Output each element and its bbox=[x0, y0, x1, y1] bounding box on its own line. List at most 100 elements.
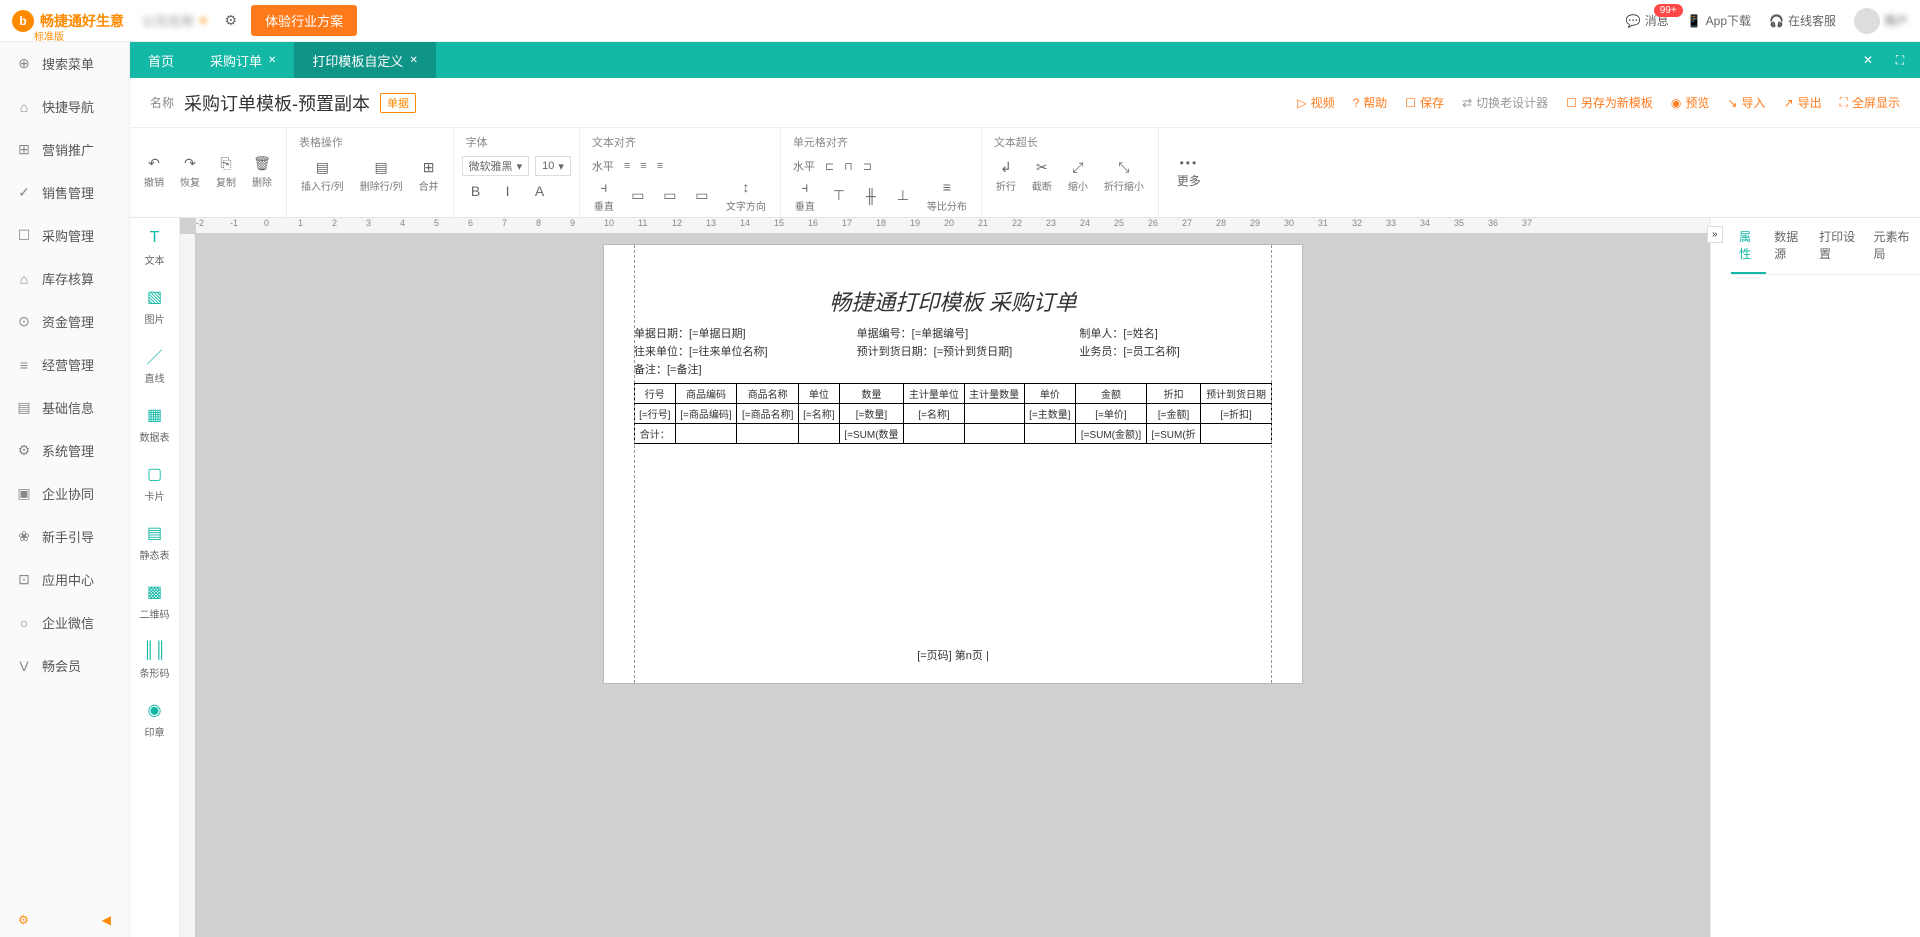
action-icon: ⇄ bbox=[1462, 96, 1472, 110]
tb-btn[interactable]: ⊥ bbox=[889, 185, 917, 207]
tb-btn[interactable]: ⫞垂直 bbox=[588, 176, 620, 215]
action-icon: ▷ bbox=[1297, 96, 1306, 110]
sidebar-item[interactable]: ≡经营管理 bbox=[0, 343, 129, 386]
sidebar-item[interactable]: ⊡应用中心 bbox=[0, 558, 129, 601]
tb-btn[interactable]: ▭ bbox=[656, 185, 684, 207]
data-table[interactable]: 行号商品编码商品名称单位数量主计量单位主计量数量单价金额折扣预计到货日期 [=行… bbox=[634, 383, 1272, 444]
action-导入[interactable]: ↘导入 bbox=[1727, 94, 1765, 111]
panel-tab[interactable]: 打印设置 bbox=[1811, 218, 1865, 274]
more-button[interactable]: ••• 更多 bbox=[1159, 128, 1219, 217]
template-name: 采购订单模板-预置副本 bbox=[184, 90, 370, 116]
sidebar-item[interactable]: ⊞营销推广 bbox=[0, 128, 129, 171]
action-视频[interactable]: ▷视频 bbox=[1297, 94, 1334, 111]
tool-静态表[interactable]: ▤静态表 bbox=[130, 513, 179, 572]
action-全屏显示[interactable]: ⛶全屏显示 bbox=[1840, 94, 1900, 111]
tool-二维码[interactable]: ▩二维码 bbox=[130, 572, 179, 631]
action-另存为新模板[interactable]: ☐另存为新模板 bbox=[1566, 94, 1653, 111]
tb-btn[interactable]: B bbox=[462, 180, 490, 202]
tb-btn[interactable]: ⊞合并 bbox=[413, 156, 445, 195]
tb-btn[interactable]: ⤢缩小 bbox=[1062, 156, 1094, 195]
tool-直线[interactable]: ／直线 bbox=[130, 336, 179, 395]
tb-btn[interactable]: ↲折行 bbox=[990, 156, 1022, 195]
messages-link[interactable]: 💬 消息 99+ bbox=[1626, 12, 1669, 29]
action-导出[interactable]: ↗导出 bbox=[1784, 94, 1822, 111]
settings-icon[interactable]: ⚙ bbox=[18, 913, 29, 927]
msg-badge: 99+ bbox=[1654, 4, 1683, 17]
tb-btn[interactable]: ↶撤销 bbox=[138, 152, 170, 191]
tab[interactable]: 采购订单✕ bbox=[192, 42, 294, 78]
page-note[interactable]: 备注：[=备注] bbox=[634, 361, 1272, 377]
tb-btn[interactable]: ↷恢复 bbox=[174, 152, 206, 191]
tb-btn[interactable]: ✂截断 bbox=[1026, 156, 1058, 195]
action-icon: ? bbox=[1353, 96, 1360, 110]
try-industry-button[interactable]: 体验行业方案 bbox=[251, 5, 357, 36]
sidebar-item[interactable]: V畅会员 bbox=[0, 644, 129, 687]
tool-条形码[interactable]: ║║条形码 bbox=[130, 631, 179, 690]
nav-icon: ⊕ bbox=[16, 55, 32, 72]
action-icon: ↗ bbox=[1784, 96, 1794, 110]
app-download-link[interactable]: 📱App下载 bbox=[1687, 12, 1751, 29]
nav-icon: ☐ bbox=[16, 227, 32, 244]
element-palette: T文本▧图片／直线▦数据表▢卡片▤静态表▩二维码║║条形码◉印章 bbox=[130, 218, 180, 937]
sidebar-item[interactable]: ✓销售管理 bbox=[0, 171, 129, 214]
action-帮助[interactable]: ?帮助 bbox=[1353, 94, 1388, 111]
panel-tab[interactable]: 元素布局 bbox=[1866, 218, 1920, 274]
page-title[interactable]: 畅捷通打印模板 采购订单 bbox=[634, 285, 1272, 317]
sidebar-item[interactable]: ⊙资金管理 bbox=[0, 300, 129, 343]
font-size-select[interactable]: 10 ▾ bbox=[535, 156, 571, 176]
collapse-icon[interactable]: ◀ bbox=[102, 913, 111, 927]
panel-tab[interactable]: 数据源 bbox=[1766, 218, 1811, 274]
close-icon[interactable]: ✕ bbox=[268, 55, 276, 66]
tb-btn[interactable]: ▤插入行/列 bbox=[295, 156, 350, 195]
print-page[interactable]: 畅捷通打印模板 采购订单 单据日期：[=单据日期]单据编号：[=单据编号]制单人… bbox=[603, 244, 1303, 684]
mobile-icon: 📱 bbox=[1687, 14, 1702, 28]
tb-btn[interactable]: A bbox=[526, 180, 554, 202]
sidebar-item[interactable]: ▤基础信息 bbox=[0, 386, 129, 429]
sidebar-item[interactable]: ⌂快捷导航 bbox=[0, 85, 129, 128]
action-保存[interactable]: ☐保存 bbox=[1405, 94, 1444, 111]
online-service-link[interactable]: 🎧在线客服 bbox=[1769, 12, 1836, 29]
tb-btn[interactable]: ⊤ bbox=[825, 185, 853, 207]
sidebar-item[interactable]: ☐采购管理 bbox=[0, 214, 129, 257]
tool-卡片[interactable]: ▢卡片 bbox=[130, 454, 179, 513]
user-menu[interactable]: 用户 bbox=[1854, 8, 1908, 34]
sidebar-item[interactable]: ▣企业协同 bbox=[0, 472, 129, 515]
template-tag: 单据 bbox=[380, 93, 416, 113]
tb-btn[interactable]: ↕文字方向 bbox=[720, 176, 772, 215]
sidebar-item[interactable]: ○企业微信 bbox=[0, 601, 129, 644]
sidebar-item[interactable]: ❀新手引导 bbox=[0, 515, 129, 558]
tab[interactable]: 首页 bbox=[130, 42, 192, 78]
tool-文本[interactable]: T文本 bbox=[130, 218, 179, 277]
tb-btn[interactable]: ▭ bbox=[688, 185, 716, 207]
action-切换老设计器[interactable]: ⇄切换老设计器 bbox=[1462, 94, 1548, 111]
sidebar-item[interactable]: ⊕搜索菜单 bbox=[0, 42, 129, 85]
sidebar-item[interactable]: ⌂库存核算 bbox=[0, 257, 129, 300]
panel-tab[interactable]: 属性 bbox=[1731, 218, 1766, 274]
tool-数据表[interactable]: ▦数据表 bbox=[130, 395, 179, 454]
font-family-select[interactable]: 微软雅黑 ▾ bbox=[462, 156, 530, 176]
fullscreen-icon[interactable]: ⛶ bbox=[1886, 46, 1914, 74]
tb-btn[interactable]: 🗑删除 bbox=[246, 152, 278, 191]
close-tab-icon[interactable]: ✕ bbox=[1854, 46, 1882, 74]
tb-btn[interactable]: ≡等比分布 bbox=[921, 176, 973, 215]
tb-btn[interactable]: ▭ bbox=[624, 185, 652, 207]
tb-btn[interactable]: ⫞垂直 bbox=[789, 176, 821, 215]
action-icon: ⛶ bbox=[1840, 95, 1848, 110]
tb-btn[interactable]: ▤删除行/列 bbox=[354, 156, 409, 195]
tb-btn[interactable]: I bbox=[494, 180, 522, 202]
tb-btn[interactable]: ⤡折行缩小 bbox=[1098, 156, 1150, 195]
tb-btn[interactable]: ╫ bbox=[857, 185, 885, 207]
page-footer[interactable]: [=页码] 第n页 | bbox=[604, 647, 1302, 663]
company-select[interactable]: 公司名称▾ bbox=[142, 11, 207, 30]
action-预览[interactable]: ◉预览 bbox=[1671, 94, 1710, 111]
tab[interactable]: 打印模板自定义✕ bbox=[294, 42, 435, 78]
tool-图片[interactable]: ▧图片 bbox=[130, 277, 179, 336]
sidebar-item[interactable]: ⚙系统管理 bbox=[0, 429, 129, 472]
tool-印章[interactable]: ◉印章 bbox=[130, 690, 179, 749]
gear-icon[interactable]: ⚙ bbox=[225, 12, 238, 29]
nav-icon: ▤ bbox=[16, 399, 32, 416]
expand-panel-icon[interactable]: » bbox=[1707, 226, 1723, 243]
nav-icon: ⌂ bbox=[16, 271, 32, 287]
tb-btn[interactable]: ⎘复制 bbox=[210, 152, 242, 191]
close-icon[interactable]: ✕ bbox=[409, 55, 417, 66]
